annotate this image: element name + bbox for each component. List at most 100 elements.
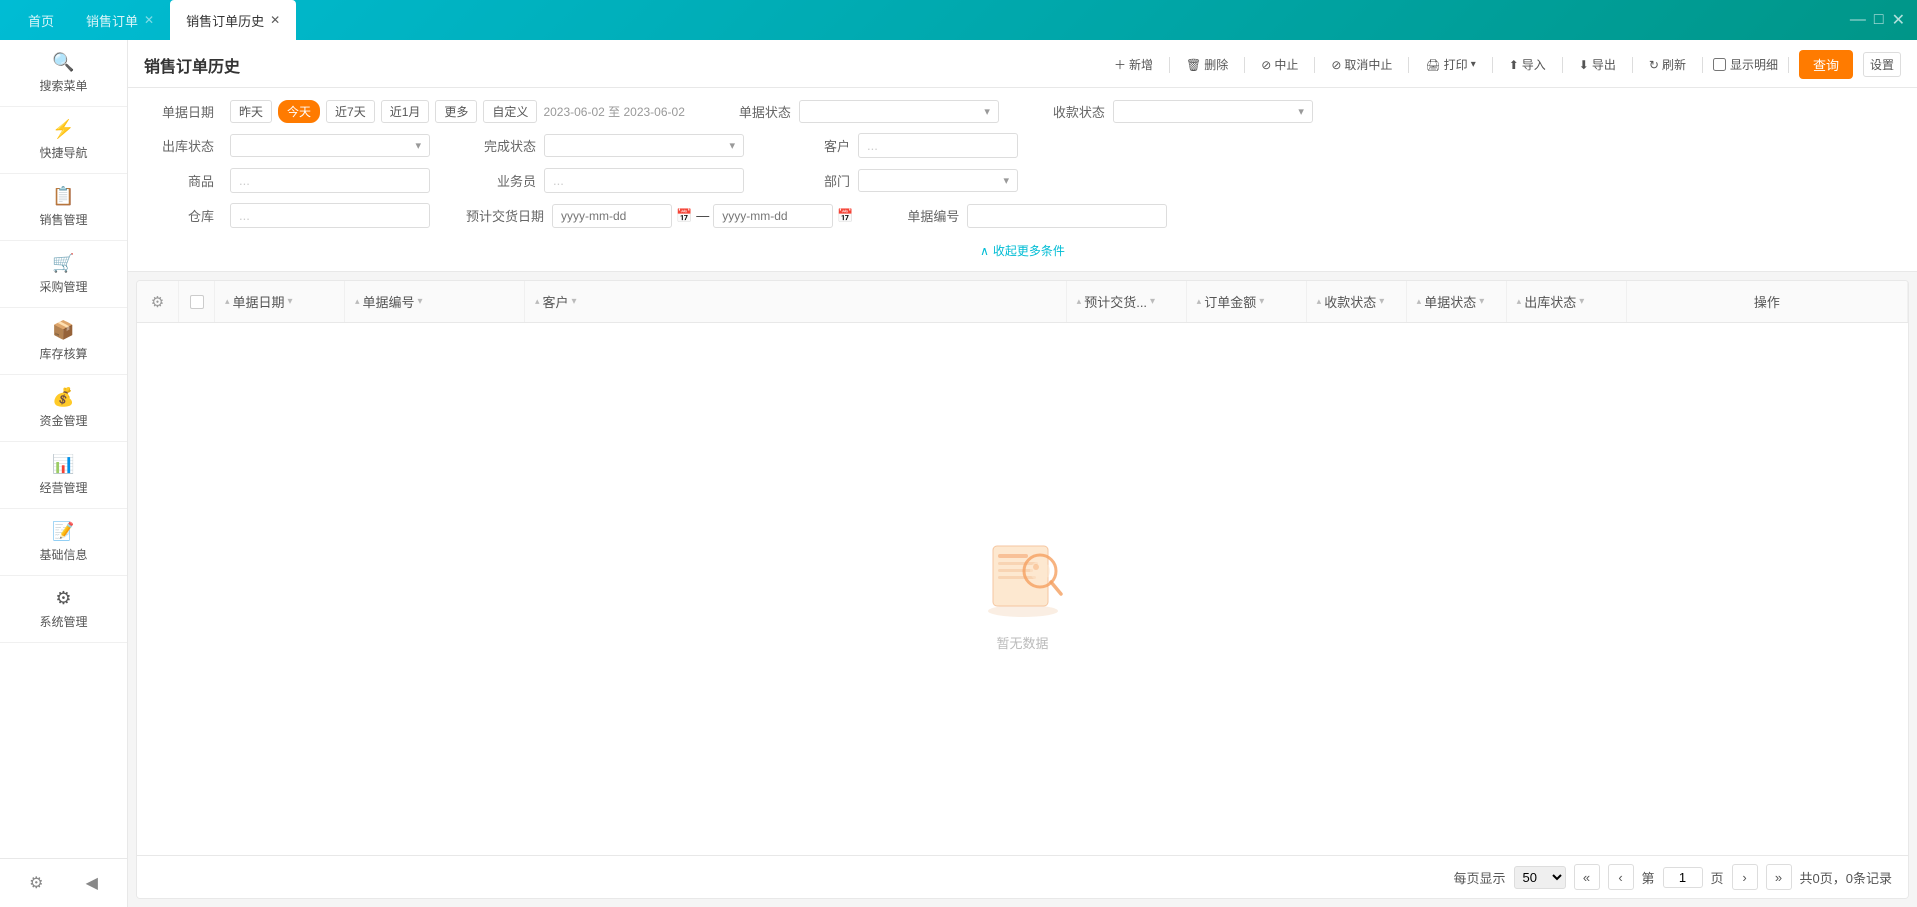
settings-button[interactable]: 设置 (1863, 52, 1901, 77)
calendar-to-icon[interactable]: 📅 (837, 208, 853, 224)
calendar-from-icon[interactable]: 📅 (676, 208, 692, 224)
page-label-post: 页 (1711, 868, 1724, 887)
export-icon: ⬇ (1579, 58, 1589, 72)
th-order-status-sort-asc: ▴ (1417, 296, 1422, 307)
delete-button[interactable]: 🗑 删除 (1180, 53, 1234, 76)
cancel-stop-button[interactable]: ⊘ 取消中止 (1325, 53, 1398, 76)
receipt-status-select[interactable]: ▾ (1113, 100, 1313, 123)
sidebar-item-inventory[interactable]: 📦 库存核算 (0, 308, 127, 375)
sidebar-item-operations[interactable]: 📊 经营管理 (0, 442, 127, 509)
salesperson-input[interactable]: ... (544, 168, 744, 193)
cancel-stop-label: 取消中止 (1344, 56, 1392, 73)
prev-page-btn[interactable]: ‹ (1608, 864, 1634, 890)
display-detail-toggle[interactable]: 显示明细 (1713, 56, 1778, 73)
th-warehouse-status[interactable]: ▴ 出库状态 ▾ (1507, 281, 1627, 322)
minimize-btn[interactable]: — (1850, 11, 1866, 29)
sidebar-item-quick-nav[interactable]: ⚡ 快捷导航 (0, 107, 127, 174)
stop-icon: ⊘ (1261, 58, 1271, 72)
stop-button[interactable]: ⊘ 中止 (1255, 53, 1304, 76)
collapse-more-btn[interactable]: ∧ 收起更多条件 (144, 238, 1901, 259)
delivery-date-from[interactable] (552, 204, 672, 228)
tab-sales-order[interactable]: 销售订单 ✕ (70, 0, 170, 40)
refresh-button[interactable]: ↻ 刷新 (1643, 53, 1692, 76)
date-btn-more[interactable]: 更多 (435, 100, 477, 123)
total-info: 共0页，0条记录 (1800, 868, 1892, 887)
table-header: ⚙ ▴ 单据日期 ▾ ▴ 单据编号 ▾ ▴ 客户 ▾ (137, 281, 1908, 323)
th-warehouse-status-label: 出库状态 (1524, 292, 1576, 311)
salesperson-label: 业务员 (466, 171, 536, 190)
complete-status-select[interactable]: ▾ (544, 134, 744, 157)
sidebar-item-purchase-mgmt[interactable]: 🛒 采购管理 (0, 241, 127, 308)
print-button[interactable]: 🖨 打印 ▾ (1419, 53, 1481, 76)
order-status-chevron: ▾ (984, 105, 990, 118)
department-select[interactable]: ▾ (858, 169, 1018, 192)
page-size-select[interactable]: 50 10 20 100 (1514, 866, 1566, 889)
close-btn[interactable]: ✕ (1892, 10, 1905, 30)
page-title: 销售订单历史 (144, 53, 240, 77)
department-label: 部门 (780, 171, 850, 190)
order-number-input[interactable] (967, 204, 1167, 228)
delivery-date-range: 📅 — 📅 (552, 204, 853, 228)
tab-sales-order-history-close[interactable]: ✕ (270, 13, 280, 27)
new-button[interactable]: ＋ 新增 (1108, 53, 1159, 76)
sidebar-item-sales-mgmt[interactable]: 📋 销售管理 (0, 174, 127, 241)
operations-icon: 📊 (52, 454, 74, 475)
export-button[interactable]: ⬇ 导出 (1573, 53, 1622, 76)
date-btn-yesterday[interactable]: 昨天 (230, 100, 272, 123)
date-btn-1month[interactable]: 近1月 (381, 100, 430, 123)
empty-illustration (968, 526, 1078, 621)
page-label-pre: 第 (1642, 868, 1655, 887)
receipt-status-label: 收款状态 (1035, 102, 1105, 121)
warehouse-input[interactable]: ... (230, 203, 430, 228)
tab-home[interactable]: 首页 (12, 0, 70, 40)
first-page-btn[interactable]: « (1574, 864, 1600, 890)
maximize-btn[interactable]: □ (1874, 11, 1884, 29)
th-order-status[interactable]: ▴ 单据状态 ▾ (1407, 281, 1507, 322)
select-all-checkbox[interactable] (190, 295, 204, 309)
warehouse-status-select[interactable]: ▾ (230, 134, 430, 157)
sidebar-item-search-menu[interactable]: 🔍 搜索菜单 (0, 40, 127, 107)
import-button[interactable]: ⬆ 导入 (1503, 53, 1552, 76)
sidebar-settings-btn[interactable]: ⚙ (25, 869, 47, 897)
sidebar-item-inventory-label: 库存核算 (39, 345, 87, 362)
product-input[interactable]: ... (230, 168, 430, 193)
sidebar-item-sales-mgmt-label: 销售管理 (39, 211, 87, 228)
filter-area: 单据日期 昨天 今天 近7天 近1月 更多 自定义 2023-06-02 至 2… (128, 88, 1917, 272)
th-delivery[interactable]: ▴ 预计交货... ▾ (1067, 281, 1187, 322)
sidebar-item-system[interactable]: ⚙ 系统管理 (0, 576, 127, 643)
order-status-select[interactable]: ▾ (799, 100, 999, 123)
th-settings[interactable]: ⚙ (137, 281, 179, 322)
th-date[interactable]: ▴ 单据日期 ▾ (215, 281, 345, 322)
delete-icon: 🗑 (1186, 58, 1201, 72)
delivery-date-to[interactable] (713, 204, 833, 228)
customer-input[interactable]: ... (858, 133, 1018, 158)
date-btn-custom[interactable]: 自定义 (483, 100, 537, 123)
next-page-btn[interactable]: › (1732, 864, 1758, 890)
display-detail-label: 显示明细 (1730, 56, 1778, 73)
query-button[interactable]: 查询 (1799, 50, 1853, 79)
sidebar-item-finance-label: 资金管理 (39, 412, 87, 429)
date-btn-7days[interactable]: 近7天 (326, 100, 375, 123)
sidebar-bottom: ⚙ ◀ (0, 858, 127, 907)
date-btn-today[interactable]: 今天 (278, 100, 320, 123)
th-checkbox[interactable] (179, 281, 215, 322)
th-customer[interactable]: ▴ 客户 ▾ (525, 281, 1067, 322)
cancel-stop-icon: ⊘ (1331, 58, 1341, 72)
th-customer-label: 客户 (543, 292, 569, 311)
tab-sales-order-history[interactable]: 销售订单历史 ✕ (170, 0, 296, 40)
sidebar-collapse-btn[interactable]: ◀ (82, 869, 102, 897)
tab-sales-order-close[interactable]: ✕ (144, 13, 154, 27)
th-receipt-status-label: 收款状态 (1324, 292, 1376, 311)
sidebar-item-basic-info[interactable]: 📝 基础信息 (0, 509, 127, 576)
refresh-icon: ↻ (1649, 58, 1659, 72)
display-detail-checkbox[interactable] (1713, 58, 1726, 71)
quick-nav-icon: ⚡ (52, 119, 74, 140)
th-number[interactable]: ▴ 单据编号 ▾ (345, 281, 525, 322)
th-amount[interactable]: ▴ 订单金额 ▾ (1187, 281, 1307, 322)
sidebar-item-finance[interactable]: 💰 资金管理 (0, 375, 127, 442)
th-receipt-status[interactable]: ▴ 收款状态 ▾ (1307, 281, 1407, 322)
last-page-btn[interactable]: » (1766, 864, 1792, 890)
sidebar: 🔍 搜索菜单 ⚡ 快捷导航 📋 销售管理 🛒 采购管理 📦 库存核算 💰 资金管… (0, 40, 128, 907)
import-label: 导入 (1522, 56, 1546, 73)
page-number-input[interactable] (1663, 867, 1703, 888)
